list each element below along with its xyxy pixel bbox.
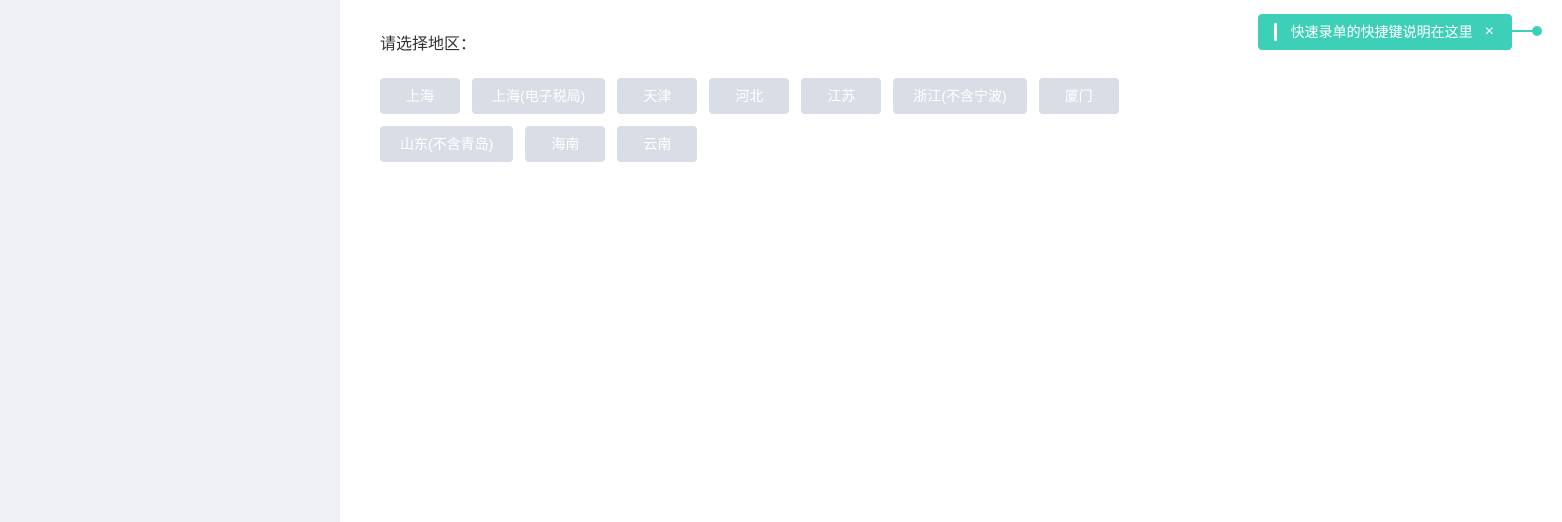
region-btn-xiamen[interactable]: 厦门: [1039, 78, 1119, 114]
region-btn-hainan[interactable]: 海南: [525, 126, 605, 162]
tooltip-close-button[interactable]: ×: [1483, 24, 1496, 40]
region-btn-jiangsu[interactable]: 江苏: [801, 78, 881, 114]
tooltip-dot: [1532, 26, 1542, 36]
region-btn-yunnan[interactable]: 云南: [617, 126, 697, 162]
region-btn-shanghai-etax[interactable]: 上海(电子税局): [472, 78, 605, 114]
region-btn-hebei[interactable]: 河北: [709, 78, 789, 114]
tooltip-line: [1511, 30, 1533, 32]
sidebar: [0, 0, 340, 522]
main-content: 请选择地区： 上海上海(电子税局)天津河北江苏浙江(不含宁波)厦门 山东(不含青…: [340, 0, 1562, 522]
region-row-1: 上海上海(电子税局) 天津河北江苏浙江(不含宁波) 厦门: [380, 78, 1522, 114]
region-btn-zhejiang[interactable]: 浙江(不含宁波): [893, 78, 1026, 114]
region-btn-shanghai[interactable]: 上海: [380, 78, 460, 114]
tooltip-banner: 快速录单的快捷键说明在这里 ×: [1258, 14, 1512, 50]
region-btn-tianjin[interactable]: 天津: [617, 78, 697, 114]
region-row-2: 山东(不含青岛) 海南云南: [380, 126, 1522, 162]
tooltip-text: 快速录单的快捷键说明在这里: [1291, 22, 1473, 42]
region-btn-shandong[interactable]: 山东(不含青岛): [380, 126, 513, 162]
